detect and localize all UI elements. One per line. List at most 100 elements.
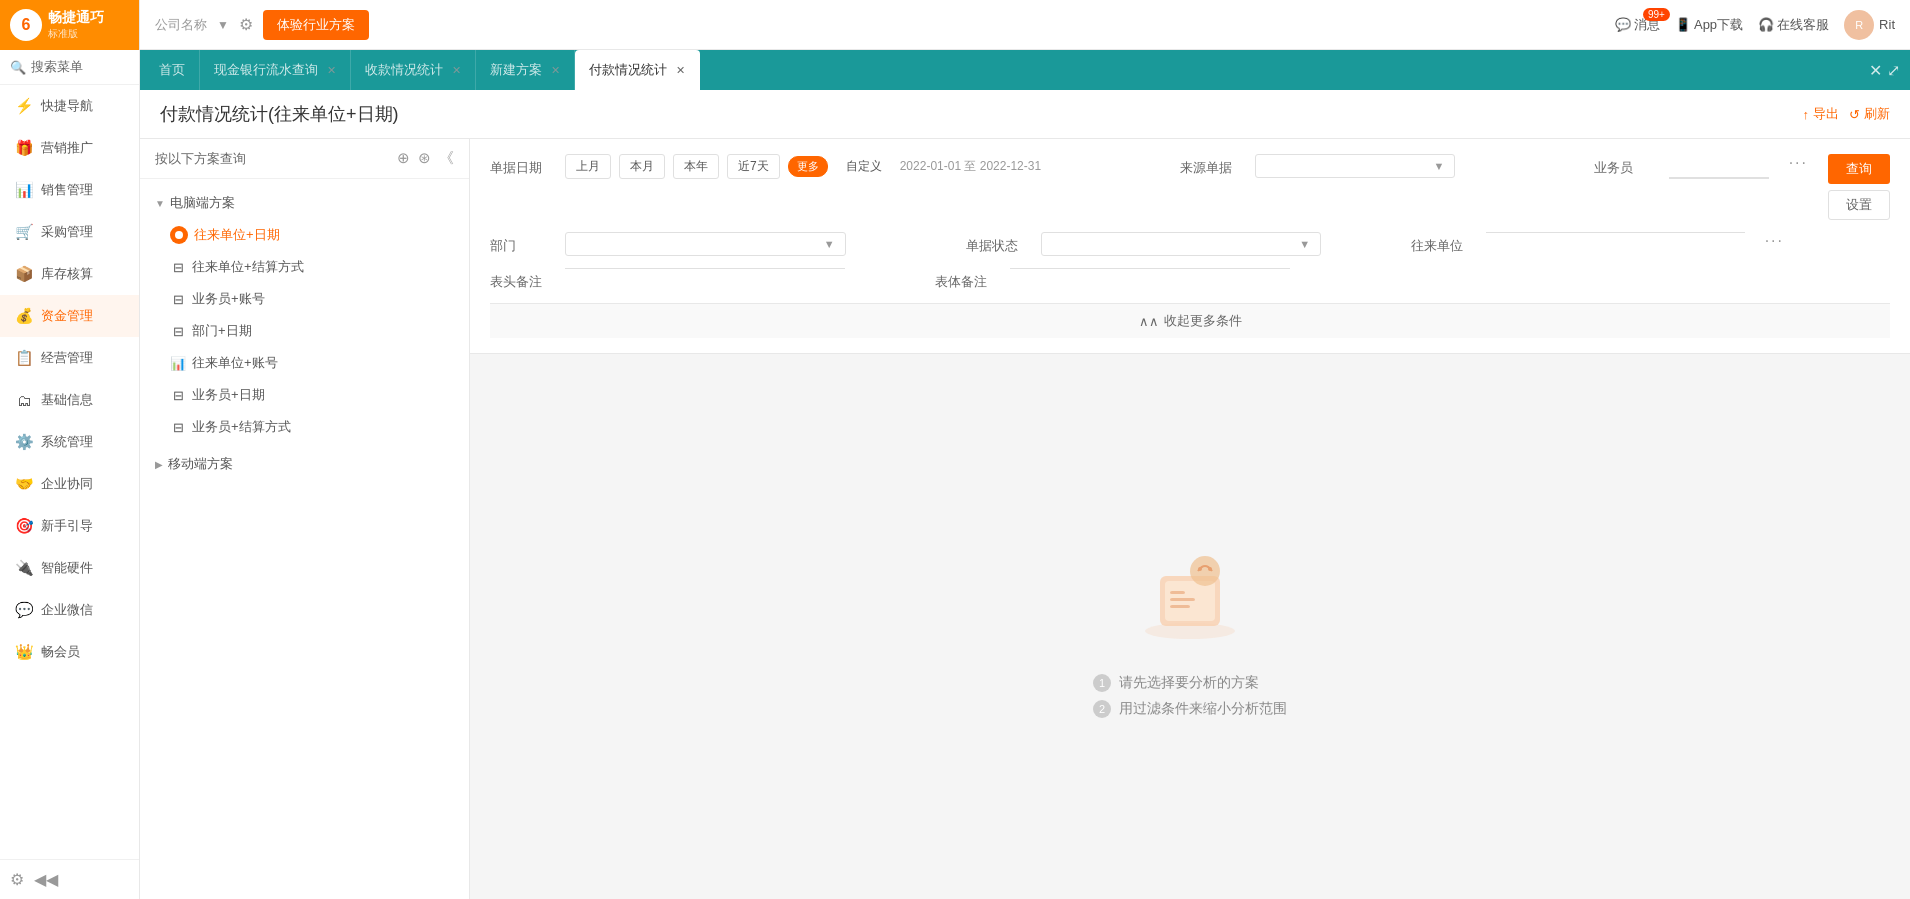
active-circle-inner (175, 231, 183, 239)
sidebar-item-guide[interactable]: 🎯 新手引导 (0, 505, 139, 547)
settings-btn[interactable]: 设置 (1828, 190, 1890, 220)
quick-nav-icon: ⚡ (15, 97, 33, 115)
export-btn[interactable]: ↑ 导出 (1803, 105, 1840, 123)
sidebar-item-label: 快捷导航 (41, 97, 93, 115)
tip-1-text: 请先选择要分析的方案 (1119, 674, 1259, 692)
doc-status-select[interactable]: ▼ (1041, 232, 1322, 256)
tab-cash-bank-label: 现金银行流水查询 (214, 61, 318, 79)
app-download-btn[interactable]: 📱 App下载 (1675, 16, 1743, 34)
sidebar-item-marketing[interactable]: 🎁 营销推广 (0, 127, 139, 169)
add-plan-icon[interactable]: ⊕ (397, 149, 410, 168)
tree-item-unit-account[interactable]: 📊 往来单位+账号 (140, 347, 469, 379)
logo-sub: 标准版 (48, 27, 104, 41)
tree-item-staff-settle[interactable]: ⊟ 业务员+结算方式 (140, 411, 469, 443)
sidebar-nav: ⚡ 快捷导航 🎁 营销推广 📊 销售管理 🛒 采购管理 📦 库存核算 💰 资金管… (0, 85, 139, 859)
svg-rect-5 (1170, 605, 1190, 608)
tab-payment-stats[interactable]: 付款情况统计 ✕ (575, 50, 700, 90)
sidebar-item-member[interactable]: 👑 畅会员 (0, 631, 139, 673)
sidebar-item-basic[interactable]: 🗂 基础信息 (0, 379, 139, 421)
close-all-tabs-btn[interactable]: ✕ (1869, 61, 1882, 80)
tab-payment-stats-label: 付款情况统计 (589, 61, 667, 79)
date-btn-custom[interactable]: 自定义 (836, 155, 892, 178)
query-btn[interactable]: 查询 (1828, 154, 1890, 184)
sidebar-item-system[interactable]: ⚙️ 系统管理 (0, 421, 139, 463)
empty-tips: 1 请先选择要分析的方案 2 用过滤条件来缩小分析范围 (1093, 674, 1287, 718)
date-btn-last-month[interactable]: 上月 (565, 154, 611, 179)
tip-2-text: 用过滤条件来缩小分析范围 (1119, 700, 1287, 718)
settings-footer-btn[interactable]: ⚙ (10, 870, 24, 889)
inventory-icon: 📦 (15, 265, 33, 283)
doc-status-dropdown-icon: ▼ (1299, 238, 1310, 250)
online-service-btn[interactable]: 🎧 在线客服 (1758, 16, 1829, 34)
sidebar-item-operation[interactable]: 📋 经营管理 (0, 337, 139, 379)
export-icon: ↑ (1803, 107, 1810, 122)
page-actions: ↑ 导出 ↺ 刷新 (1803, 105, 1891, 123)
tree-item-staff-account[interactable]: ⊟ 业务员+账号 (140, 283, 469, 315)
user-area[interactable]: R Rit (1844, 10, 1895, 40)
tab-cash-bank[interactable]: 现金银行流水查询 ✕ (200, 50, 351, 90)
sidebar-item-enterprise[interactable]: 🤝 企业协同 (0, 463, 139, 505)
settings-plan-icon[interactable]: ⊛ (418, 149, 431, 168)
collapse-more-btn[interactable]: ∧∧ 收起更多条件 (490, 303, 1890, 338)
date-btn-this-month[interactable]: 本月 (619, 154, 665, 179)
date-btn-7days[interactable]: 近7天 (727, 154, 780, 179)
message-badge: 99+ (1643, 8, 1670, 21)
dept-select[interactable]: ▼ (565, 232, 846, 256)
company-dropdown-icon[interactable]: ▼ (217, 18, 229, 32)
trial-btn[interactable]: 体验行业方案 (263, 10, 369, 40)
sidebar-item-wechat[interactable]: 💬 企业微信 (0, 589, 139, 631)
source-select[interactable]: ▼ (1255, 154, 1455, 178)
sidebar-item-purchase[interactable]: 🛒 采购管理 (0, 211, 139, 253)
refresh-icon: ↺ (1849, 107, 1860, 122)
tree-item-label: 往来单位+结算方式 (192, 258, 304, 276)
table-icon: ⊟ (170, 291, 186, 307)
sidebar-item-sales[interactable]: 📊 销售管理 (0, 169, 139, 211)
topbar-gear-icon[interactable]: ⚙ (239, 15, 253, 34)
tree-parent-desktop[interactable]: ▼ 电脑端方案 (140, 187, 469, 219)
message-btn[interactable]: 💬 消息 99+ (1615, 16, 1660, 34)
tree-item-unit-settle[interactable]: ⊟ 往来单位+结算方式 (140, 251, 469, 283)
dept-filter-label: 部门 (490, 232, 545, 255)
maximize-btn[interactable]: ⤢ (1887, 61, 1900, 80)
sidebar-item-label: 销售管理 (41, 181, 93, 199)
collapse-sidebar-btn[interactable]: ◀◀ (34, 870, 58, 889)
tree-item-dept-date[interactable]: ⊟ 部门+日期 (140, 315, 469, 347)
date-btn-more[interactable]: 更多 (788, 156, 828, 177)
left-panel-header: 按以下方案查询 ⊕ ⊛ 《 (140, 139, 469, 179)
tab-payment-stats-close[interactable]: ✕ (676, 64, 685, 77)
sidebar-logo: 6 畅捷通巧 标准版 (0, 0, 139, 50)
staff-dots-btn[interactable]: ··· (1789, 154, 1808, 172)
tab-receipt-stats-close[interactable]: ✕ (452, 64, 461, 77)
sidebar-item-hardware[interactable]: 🔌 智能硬件 (0, 547, 139, 589)
sidebar-search[interactable]: 🔍 搜索菜单 (0, 50, 139, 85)
filter-row-date: 单据日期 上月 本月 本年 近7天 更多 自定义 2022-01-01 至 20… (490, 154, 1890, 220)
tabbar-actions: ✕ ⤢ (1869, 61, 1905, 80)
sidebar-item-label: 系统管理 (41, 433, 93, 451)
refresh-btn[interactable]: ↺ 刷新 (1849, 105, 1890, 123)
tab-home[interactable]: 首页 (145, 50, 200, 90)
tree-item-label: 往来单位+日期 (194, 226, 280, 244)
sidebar-item-inventory[interactable]: 📦 库存核算 (0, 253, 139, 295)
tab-new-plan[interactable]: 新建方案 ✕ (476, 50, 575, 90)
svg-rect-3 (1170, 591, 1185, 594)
tree-parent-mobile[interactable]: ▶ 移动端方案 (140, 448, 469, 480)
svg-rect-4 (1170, 598, 1195, 601)
tab-receipt-stats[interactable]: 收款情况统计 ✕ (351, 50, 476, 90)
tree-item-unit-date[interactable]: 往来单位+日期 (140, 219, 469, 251)
svg-point-7 (1198, 567, 1202, 571)
table-icon: ⊟ (170, 419, 186, 435)
unit-dots-btn[interactable]: ··· (1765, 232, 1784, 250)
body-note-label: 表体备注 (935, 268, 990, 291)
svg-point-6 (1190, 556, 1220, 586)
collapse-panel-icon[interactable]: 《 (439, 149, 454, 168)
refresh-label: 刷新 (1864, 105, 1890, 123)
sidebar-item-quick-nav[interactable]: ⚡ 快捷导航 (0, 85, 139, 127)
staff-input[interactable] (1669, 154, 1768, 178)
tree-item-staff-date[interactable]: ⊟ 业务员+日期 (140, 379, 469, 411)
sidebar-item-capital[interactable]: 💰 资金管理 (0, 295, 139, 337)
date-btn-this-year[interactable]: 本年 (673, 154, 719, 179)
tab-cash-bank-close[interactable]: ✕ (327, 64, 336, 77)
service-icon: 🎧 (1758, 17, 1774, 32)
tab-new-plan-close[interactable]: ✕ (551, 64, 560, 77)
empty-svg (1130, 536, 1250, 656)
